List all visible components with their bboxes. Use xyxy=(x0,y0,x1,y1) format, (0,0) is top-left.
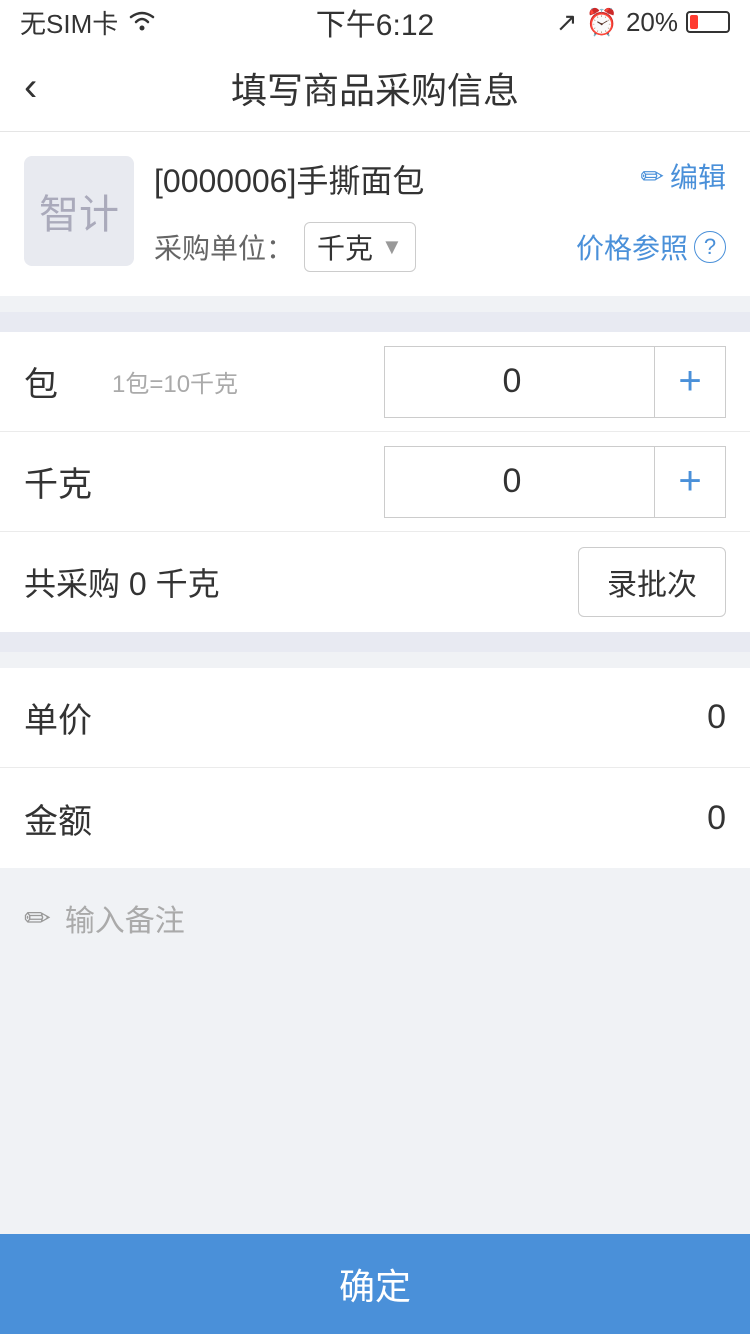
batch-button[interactable]: 录批次 xyxy=(578,547,726,617)
divider-1 xyxy=(0,312,750,332)
alarm-icon: ⏰ xyxy=(586,7,618,38)
summary-amount: 0 xyxy=(129,566,147,602)
input-row-kg: 千克 + xyxy=(0,432,750,532)
price-ref-label: 价格参照 xyxy=(576,227,688,267)
product-image: 智计 xyxy=(24,156,134,266)
product-id: [0000006] xyxy=(154,163,296,199)
product-info: [0000006]手撕面包 ✏ 编辑 采购单位： 千克 ▼ 价格参照 ? xyxy=(154,156,726,272)
label-kg: 千克 xyxy=(24,457,104,506)
battery-icon xyxy=(686,11,730,33)
dropdown-arrow-icon: ▼ xyxy=(381,234,403,260)
product-name: [0000006]手撕面包 xyxy=(154,156,629,202)
pencil-icon: ✏ xyxy=(24,899,51,937)
summary-unit: 千克 xyxy=(156,566,220,602)
notes-section[interactable]: ✏ 输入备注 xyxy=(0,868,750,968)
label-bao: 包 xyxy=(24,357,104,406)
status-bar: 无SIM卡 下午6:12 ↗ ⏰ 20% xyxy=(0,0,750,44)
purchase-unit-label: 采购单位： xyxy=(154,227,294,267)
input-section: 包 1包=10千克 + 千克 + 共采购 0 千克 录批次 xyxy=(0,332,750,632)
notes-placeholder: 输入备注 xyxy=(65,896,185,940)
divider-2 xyxy=(0,632,750,652)
summary-prefix: 共采购 xyxy=(24,566,120,602)
content: 智计 [0000006]手撕面包 ✏ 编辑 采购单位： 千克 ▼ xyxy=(0,132,750,1268)
price-value-amount: 0 xyxy=(707,799,726,838)
input-right-kg: + xyxy=(384,446,726,518)
summary-row: 共采购 0 千克 录批次 xyxy=(0,532,750,632)
confirm-button[interactable]: 确定 xyxy=(0,1234,750,1334)
quantity-input-kg[interactable] xyxy=(384,446,654,518)
price-row-amount: 金额 0 xyxy=(0,768,750,868)
price-value-unit: 0 xyxy=(707,698,726,737)
plus-button-kg[interactable]: + xyxy=(654,446,726,518)
wifi-icon xyxy=(128,7,156,38)
edit-icon: ✏ xyxy=(641,160,664,193)
location-icon: ↗ xyxy=(556,7,578,38)
status-left: 无SIM卡 xyxy=(20,4,156,41)
purchase-unit-row: 采购单位： 千克 ▼ 价格参照 ? xyxy=(154,222,726,272)
product-title: 手撕面包 xyxy=(296,163,424,199)
input-row-bao: 包 1包=10千克 + xyxy=(0,332,750,432)
price-label-unit: 单价 xyxy=(24,693,92,742)
product-card: 智计 [0000006]手撕面包 ✏ 编辑 采购单位： 千克 ▼ xyxy=(0,132,750,296)
input-right-bao: + xyxy=(384,346,726,418)
price-section: 单价 0 金额 0 xyxy=(0,668,750,868)
edit-label: 编辑 xyxy=(670,156,726,196)
price-ref-button[interactable]: 价格参照 ? xyxy=(576,227,726,267)
page-title: 填写商品采购信息 xyxy=(231,62,519,114)
bottom-spacer xyxy=(0,968,750,1268)
nav-bar: ‹ 填写商品采购信息 xyxy=(0,44,750,132)
confirm-label: 确定 xyxy=(339,1258,411,1310)
unit-value: 千克 xyxy=(317,227,373,267)
quantity-input-bao[interactable] xyxy=(384,346,654,418)
back-button[interactable]: ‹ xyxy=(24,65,37,110)
sublabel-bao: 1包=10千克 xyxy=(112,364,238,399)
status-right: ↗ ⏰ 20% xyxy=(556,7,730,38)
price-label-amount: 金额 xyxy=(24,794,92,843)
product-name-row: [0000006]手撕面包 ✏ 编辑 xyxy=(154,156,726,202)
help-icon: ? xyxy=(694,231,726,263)
price-row-unit: 单价 0 xyxy=(0,668,750,768)
plus-button-bao[interactable]: + xyxy=(654,346,726,418)
carrier-label: 无SIM卡 xyxy=(20,4,118,41)
summary-text: 共采购 0 千克 xyxy=(24,559,220,605)
edit-button[interactable]: ✏ 编辑 xyxy=(641,156,726,196)
battery-percent: 20% xyxy=(626,7,678,38)
status-time: 下午6:12 xyxy=(316,0,434,44)
product-logo: 智计 xyxy=(39,182,119,240)
unit-selector[interactable]: 千克 ▼ xyxy=(304,222,416,272)
